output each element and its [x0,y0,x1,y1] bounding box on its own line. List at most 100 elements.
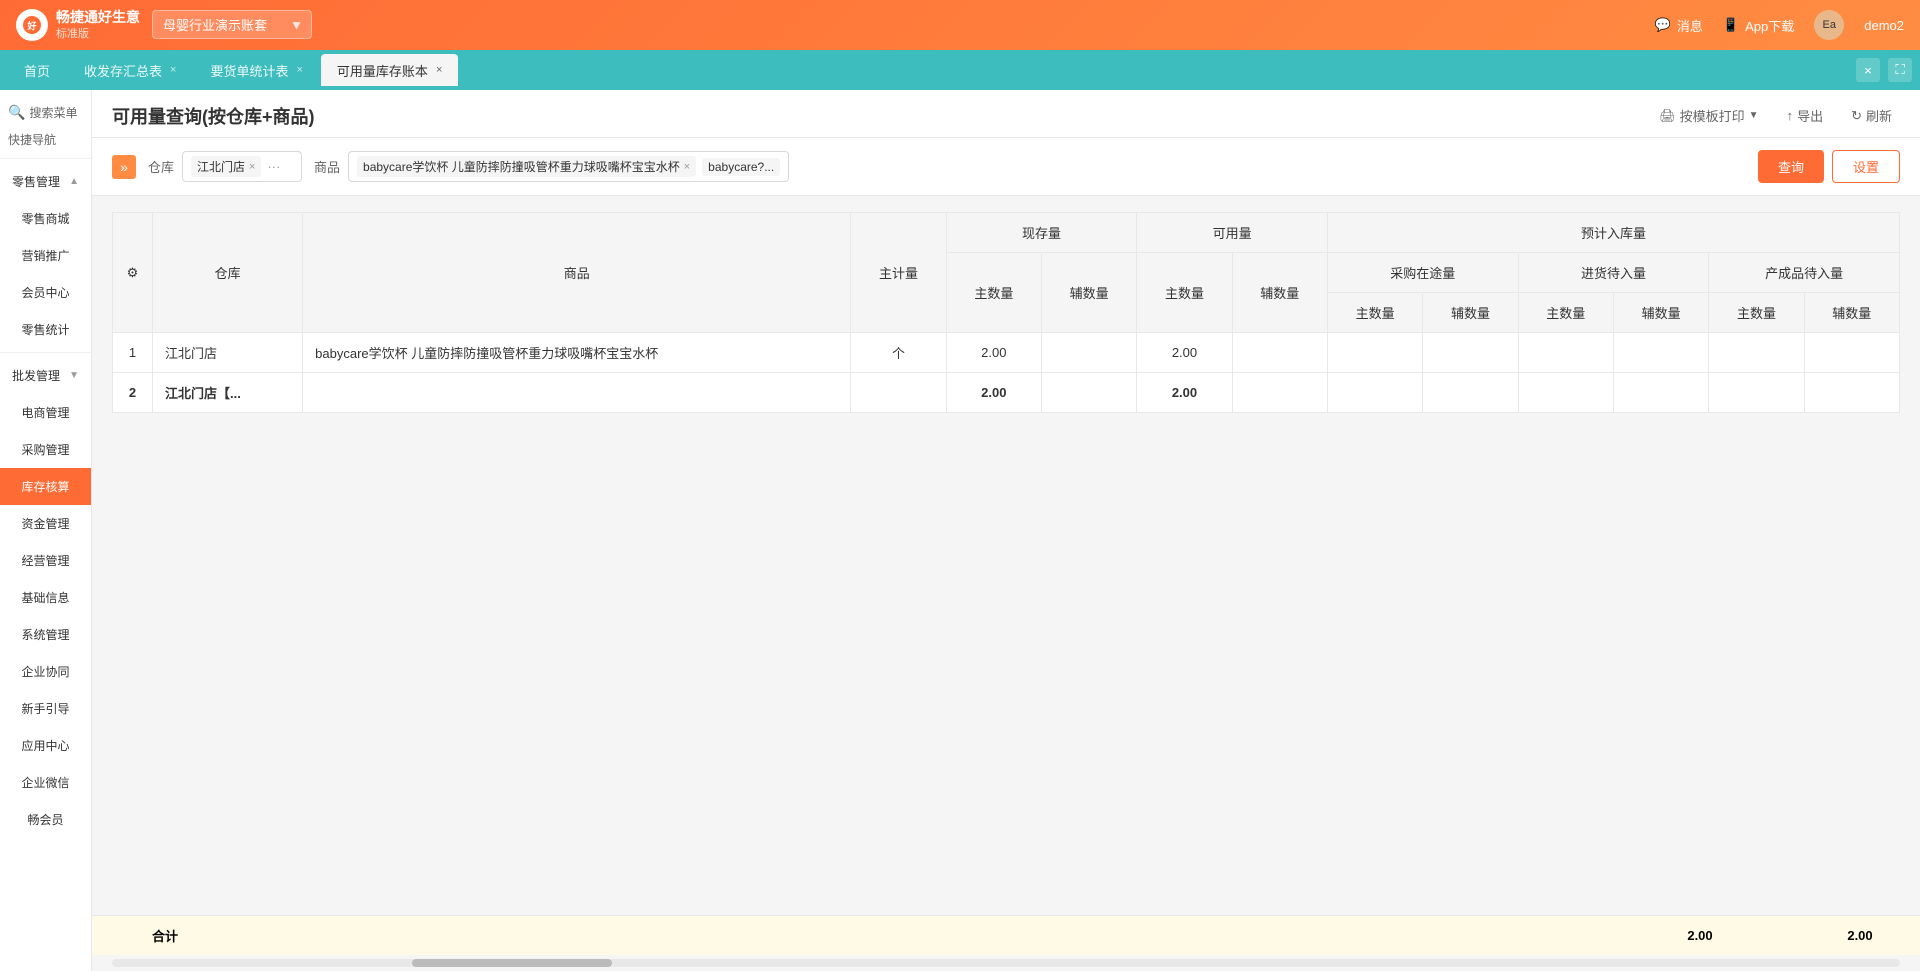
warehouse-more[interactable]: ··· [267,159,280,174]
avatar-text: Ea [1823,19,1836,31]
tab-expand-btn[interactable]: ⛶ [1888,58,1912,82]
sidebar-item-guide[interactable]: 新手引导 [0,690,91,727]
sidebar-ecommerce-label: 电商管理 [21,404,69,421]
tab-requisition-close[interactable]: × [296,64,302,76]
col-available-header: 可用量 [1137,213,1328,253]
product-tag-2-value: babycare?... [708,160,774,174]
cell-inbound-aux-1 [1613,333,1708,373]
sidebar-item-purchase[interactable]: 采购管理 [0,431,91,468]
footer-stock-total: 2.00 [1660,928,1740,943]
col-forecast-header: 预计入库量 [1327,213,1899,253]
product-tag-1-value: babycare学饮杯 儿童防摔防撞吸管杯重力球吸嘴杯宝宝水杯 [363,158,680,175]
product-input[interactable]: babycare学饮杯 儿童防摔防撞吸管杯重力球吸嘴杯宝宝水杯 × babyca… [348,151,789,182]
settings-icon: ⚙ [127,265,139,280]
sidebar-item-enterprise[interactable]: 企业协同 [0,653,91,690]
warehouse-input[interactable]: 江北门店 × ··· [182,151,302,182]
cell-avail-aux-1 [1232,333,1327,373]
product-filter-group: 商品 babycare学饮杯 儿童防摔防撞吸管杯重力球吸嘴杯宝宝水杯 × bab… [314,151,789,182]
sidebar-retail-mall-label: 零售商城 [21,210,69,227]
sidebar-item-member[interactable]: 会员中心 [0,274,91,311]
sidebar-item-marketing[interactable]: 营销推广 [0,237,91,274]
cell-unit-1: 个 [851,333,946,373]
warehouse-tag-close[interactable]: × [249,161,255,173]
tab-inventory[interactable]: 可用量库存账本 × [321,54,458,86]
warehouse-tag-value: 江北门店 [197,158,245,175]
col-production-aux-header: 辅数量 [1804,293,1899,333]
sidebar-item-operations[interactable]: 经营管理 [0,542,91,579]
sidebar-item-inventory-check[interactable]: 库存核算 [0,468,91,505]
logo-area: 好 畅捷通好生意 标准版 [16,9,140,42]
col-inbound-aux-header: 辅数量 [1613,293,1708,333]
sidebar-wholesale-label: 批发管理 [12,367,60,384]
col-purchase-header: 采购在途量 [1327,253,1518,293]
refresh-btn[interactable]: ↻ 刷新 [1843,102,1900,129]
scroll-thumb[interactable] [412,959,612,967]
product-tag-1-close[interactable]: × [684,161,690,173]
sidebar-item-basic[interactable]: 基础信息 [0,579,91,616]
tab-receivable-close[interactable]: × [170,64,176,76]
print-btn[interactable]: 🖨 按模板打印 ▼ [1651,102,1766,129]
query-btn[interactable]: 查询 [1758,150,1824,183]
sidebar: 🔍 搜索菜单 快捷导航 零售管理 ▲ 零售商城 营销推广 会员中心 零售统计 批… [0,90,92,971]
sidebar-item-retail-mall[interactable]: 零售商城 [0,200,91,237]
sidebar-divider-2 [0,352,91,353]
warehouse-label: 仓库 [148,157,174,176]
logo-icon: 好 [16,9,48,41]
sidebar-operations-label: 经营管理 [21,552,69,569]
tab-receivable-label: 收发存汇总表 [84,61,162,80]
sidebar-item-retail[interactable]: 零售管理 ▲ [0,163,91,200]
col-avail-aux-header: 辅数量 [1232,253,1327,333]
sidebar-retail-label: 零售管理 [12,173,60,190]
sidebar-quick-nav[interactable]: 快捷导航 [0,127,91,154]
cell-product-1: babycare学饮杯 儿童防摔防撞吸管杯重力球吸嘴杯宝宝水杯 [303,333,851,373]
tab-requisition[interactable]: 要货单统计表 × [194,54,318,86]
tabs-bar: 首页 收发存汇总表 × 要货单统计表 × 可用量库存账本 × × ⛶ [0,50,1920,90]
sidebar-nav-label: 快捷导航 [8,133,56,147]
avatar[interactable]: Ea [1814,10,1844,40]
cell-production-main-2 [1709,373,1804,413]
sidebar-item-enterprise-wechat[interactable]: 企业微信 [0,764,91,801]
sidebar-purchase-label: 采购管理 [21,441,69,458]
sidebar-item-finance[interactable]: 资金管理 [0,505,91,542]
logo-title: 畅捷通好生意 [56,9,140,26]
cell-stock-main-1: 2.00 [946,333,1041,373]
setting-btn[interactable]: 设置 [1832,150,1900,183]
footer-label: 合计 [152,926,232,945]
export-btn[interactable]: ↑ 导出 [1779,102,1832,129]
sidebar-item-ecommerce[interactable]: 电商管理 [0,394,91,431]
sidebar-member-label: 会员中心 [21,284,69,301]
page-header: 可用量查询(按仓库+商品) 🖨 按模板打印 ▼ ↑ 导出 ↻ 刷新 [92,90,1920,138]
cell-inbound-aux-2 [1613,373,1708,413]
message-label: 消息 [1677,16,1703,35]
filter-area: » 仓库 江北门店 × ··· 商品 babycare学饮杯 儿童防摔防撞吸管杯… [92,138,1920,196]
sidebar-retail-stats-label: 零售统计 [21,321,69,338]
sidebar-item-retail-stats[interactable]: 零售统计 [0,311,91,348]
product-tag-2: babycare?... [702,158,780,176]
message-btn[interactable]: 💬 消息 [1655,16,1703,35]
sidebar-item-app-center[interactable]: 应用中心 [0,727,91,764]
cell-purchase-main-1 [1327,333,1422,373]
col-product-header: 商品 [303,213,851,333]
col-unit-header: 主计量 [851,213,946,333]
sidebar-basic-label: 基础信息 [21,589,69,606]
page-title: 可用量查询(按仓库+商品) [112,103,315,129]
sidebar-search-label: 搜索菜单 [29,104,77,121]
sidebar-item-system[interactable]: 系统管理 [0,616,91,653]
sidebar-search[interactable]: 🔍 搜索菜单 [0,98,91,127]
table-footer: 合计 2.00 2.00 [92,915,1920,955]
tab-inventory-close[interactable]: × [436,64,442,76]
tab-home[interactable]: 首页 [8,54,66,86]
tab-close-all-btn[interactable]: × [1856,58,1880,82]
org-name: 母婴行业演示账套 [163,18,267,33]
logo-text-area: 畅捷通好生意 标准版 [56,9,140,42]
tab-receivable[interactable]: 收发存汇总表 × [68,54,192,86]
org-selector[interactable]: 母婴行业演示账套 ▼ [152,10,312,39]
sidebar-item-wholesale[interactable]: 批发管理 ▼ [0,357,91,394]
scroll-track[interactable] [112,959,1900,967]
expand-btn[interactable]: » [112,155,136,179]
col-settings-header[interactable]: ⚙ [113,213,153,333]
download-btn[interactable]: 📱 App下载 [1723,16,1794,35]
warehouse-tag: 江北门店 × [191,156,261,177]
cell-seq-2: 2 [113,373,153,413]
sidebar-item-vip[interactable]: 畅会员 [0,801,91,838]
